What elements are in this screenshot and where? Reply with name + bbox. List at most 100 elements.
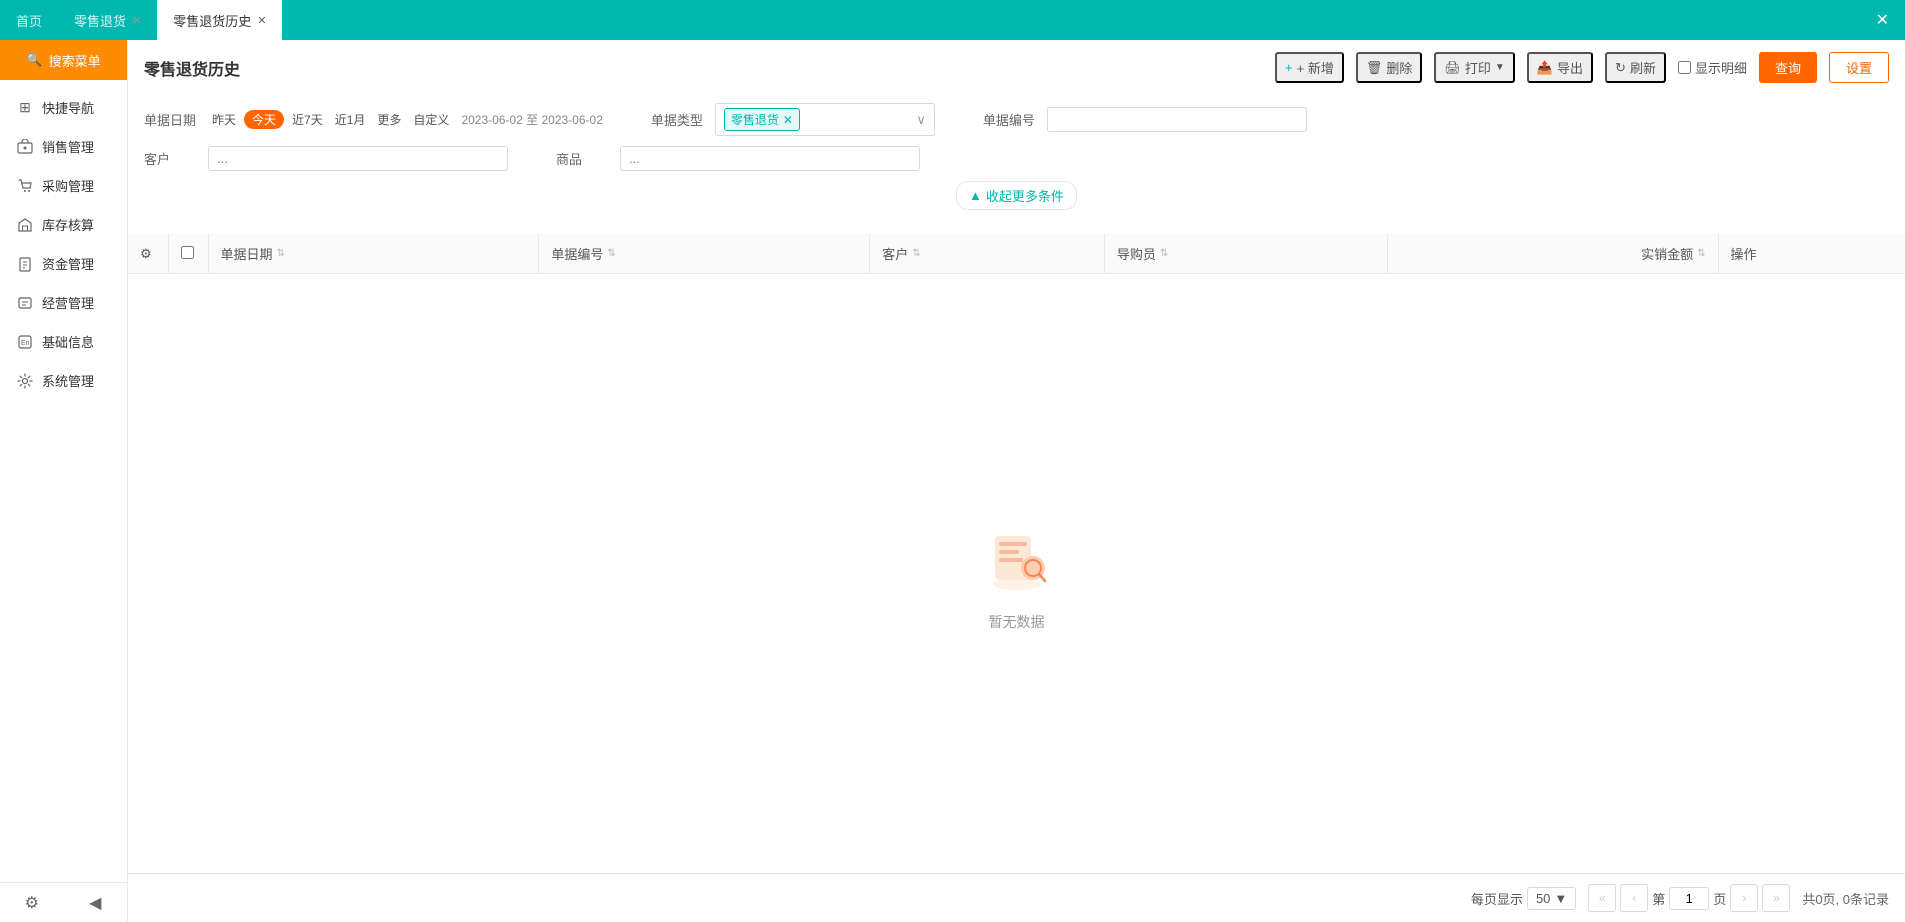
- sidebar-item-finance[interactable]: 资金管理: [0, 244, 127, 283]
- customer-filter-field: 客户: [144, 146, 508, 171]
- query-button[interactable]: 查询: [1759, 52, 1817, 83]
- collapse-button[interactable]: ▲ 收起更多条件: [956, 181, 1077, 210]
- page-size-select: 每页显示 50 ▼: [1471, 887, 1576, 910]
- date-yesterday[interactable]: 昨天: [208, 110, 240, 129]
- doc-type-label: 单据类型: [651, 110, 707, 129]
- print-button[interactable]: 🖨 打印 ▼: [1434, 52, 1514, 83]
- th-amount[interactable]: 实销金额 ⇅: [1387, 234, 1718, 274]
- customer-input[interactable]: [208, 146, 508, 171]
- sidebar-item-quick-nav[interactable]: ⊞ 快捷导航: [0, 88, 127, 127]
- table-footer: 每页显示 50 ▼ « ‹ 第 页 ›: [128, 873, 1905, 922]
- doc-number-filter-field: 单据编号: [983, 107, 1307, 132]
- sidebar-nav: ⊞ 快捷导航 销售管理 采购管理 库存核算: [0, 80, 127, 882]
- purchase-icon: [16, 177, 34, 195]
- page-suffix: 页: [1713, 889, 1726, 908]
- finance-icon: [16, 255, 34, 273]
- empty-text: 暂无数据: [989, 612, 1045, 632]
- window-close-button[interactable]: ✕: [1860, 10, 1905, 30]
- doc-type-chevron-icon: ∨: [916, 112, 926, 128]
- table-wrapper: ⚙ 单据日期 ⇅ 单据编号: [128, 234, 1905, 873]
- sidebar-item-inventory[interactable]: 库存核算: [0, 205, 127, 244]
- filter-row-2: 客户 商品: [144, 146, 1889, 171]
- last-page-button[interactable]: »: [1762, 884, 1790, 912]
- tab-retail-return[interactable]: 零售退货 ✕: [58, 0, 157, 40]
- date-custom[interactable]: 自定义: [409, 110, 453, 129]
- select-all-checkbox[interactable]: [181, 246, 194, 259]
- goods-filter-field: 商品: [556, 146, 920, 171]
- sidebar-item-operations[interactable]: 经营管理: [0, 283, 127, 322]
- th-gear[interactable]: ⚙: [128, 234, 168, 274]
- tab-retail-return-close[interactable]: ✕: [132, 14, 141, 27]
- th-customer[interactable]: 客户 ⇅: [870, 234, 1105, 274]
- basic-info-icon: En: [16, 333, 34, 351]
- sidebar-item-basic-info[interactable]: En 基础信息: [0, 322, 127, 361]
- collapse-icon: ▲: [969, 188, 982, 203]
- goods-label: 商品: [556, 149, 612, 168]
- show-detail-checkbox[interactable]: 显示明细: [1678, 58, 1747, 77]
- sidebar-item-purchase[interactable]: 采购管理: [0, 166, 127, 205]
- tab-retail-return-history[interactable]: 零售退货历史 ✕: [157, 0, 282, 40]
- page-size-dropdown[interactable]: 50 ▼: [1527, 887, 1576, 910]
- number-sort-icon: ⇅: [607, 248, 615, 259]
- sidebar-search-button[interactable]: 🔍 搜索菜单: [0, 40, 127, 80]
- settings-button[interactable]: 设置: [1829, 52, 1889, 83]
- doc-type-select[interactable]: 零售退货 ✕ ∨: [715, 103, 935, 136]
- quick-nav-icon: ⊞: [16, 99, 34, 117]
- tab-retail-return-history-close[interactable]: ✕: [257, 14, 266, 27]
- doc-number-label: 单据编号: [983, 110, 1039, 129]
- header-actions: + + 新增 🗑 删除 🖨 打印 ▼ 📤 导出: [1275, 52, 1889, 83]
- date-more[interactable]: 更多: [373, 110, 405, 129]
- sidebar-bottom: ⚙ ◀: [0, 882, 127, 922]
- pagination: « ‹ 第 页 › »: [1588, 884, 1790, 912]
- refresh-button[interactable]: ↻ 刷新: [1605, 52, 1666, 83]
- prev-page-button[interactable]: ‹: [1620, 884, 1648, 912]
- doc-type-filter-field: 单据类型 零售退货 ✕ ∨: [651, 103, 935, 136]
- tab-retail-return-history-label: 零售退货历史: [173, 11, 251, 30]
- page-number-input[interactable]: [1669, 887, 1709, 910]
- inventory-icon: [16, 216, 34, 234]
- doc-type-tag: 零售退货 ✕: [724, 108, 800, 131]
- show-detail-input[interactable]: [1678, 61, 1691, 74]
- page-header: 零售退货历史 + + 新增 🗑 删除 🖨 打印 ▼: [128, 40, 1905, 234]
- filter-row-1: 单据日期 昨天 今天 近7天 近1月 更多 自定义 2023-06-02 至 2…: [144, 103, 1889, 136]
- th-date[interactable]: 单据日期 ⇅: [208, 234, 539, 274]
- first-page-button[interactable]: «: [1588, 884, 1616, 912]
- customer-label: 客户: [144, 149, 200, 168]
- date-7days[interactable]: 近7天: [288, 110, 327, 129]
- tab-home[interactable]: 首页: [0, 0, 58, 40]
- goods-input[interactable]: [620, 146, 920, 171]
- date-filter-label: 单据日期: [144, 110, 200, 129]
- main-layout: 🔍 搜索菜单 ⊞ 快捷导航 销售管理 采购管理: [0, 40, 1905, 922]
- sidebar-item-sales[interactable]: 销售管理: [0, 127, 127, 166]
- empty-state: 暂无数据: [128, 274, 1905, 873]
- sidebar-collapse-button[interactable]: ◀: [64, 883, 128, 922]
- date-sort-icon: ⇅: [277, 248, 285, 259]
- print-chevron-icon: ▼: [1495, 62, 1505, 73]
- gear-icon: ⚙: [140, 246, 152, 261]
- doc-number-input[interactable]: [1047, 107, 1307, 132]
- content-area: 零售退货历史 + + 新增 🗑 删除 🖨 打印 ▼: [128, 40, 1905, 922]
- sidebar-settings-button[interactable]: ⚙: [0, 883, 64, 922]
- export-icon: 📤: [1537, 60, 1553, 76]
- system-icon: [16, 372, 34, 390]
- export-button[interactable]: 📤 导出: [1527, 52, 1593, 83]
- sidebar-item-inventory-label: 库存核算: [42, 215, 94, 234]
- th-number[interactable]: 单据编号 ⇅: [539, 234, 870, 274]
- page-header-top: 零售退货历史 + + 新增 🗑 删除 🖨 打印 ▼: [144, 52, 1889, 83]
- page-input: 第 页: [1652, 887, 1726, 910]
- filter-area: 单据日期 昨天 今天 近7天 近1月 更多 自定义 2023-06-02 至 2…: [144, 95, 1889, 222]
- doc-type-tag-remove[interactable]: ✕: [783, 113, 793, 127]
- date-1month[interactable]: 近1月: [331, 110, 370, 129]
- new-button[interactable]: + + 新增: [1275, 52, 1344, 83]
- sales-icon: [16, 138, 34, 156]
- delete-button[interactable]: 🗑 删除: [1356, 52, 1423, 83]
- amount-sort-icon: ⇅: [1697, 248, 1705, 259]
- th-guide[interactable]: 导购员 ⇅: [1104, 234, 1387, 274]
- sidebar-item-system[interactable]: 系统管理: [0, 361, 127, 400]
- date-today[interactable]: 今天: [244, 110, 284, 129]
- sidebar-item-quick-nav-label: 快捷导航: [42, 98, 94, 117]
- total-records-info: 共0页, 0条记录: [1802, 889, 1889, 908]
- next-page-button[interactable]: ›: [1730, 884, 1758, 912]
- th-checkbox[interactable]: [168, 234, 208, 274]
- date-range-display: 2023-06-02 至 2023-06-02: [461, 111, 602, 128]
